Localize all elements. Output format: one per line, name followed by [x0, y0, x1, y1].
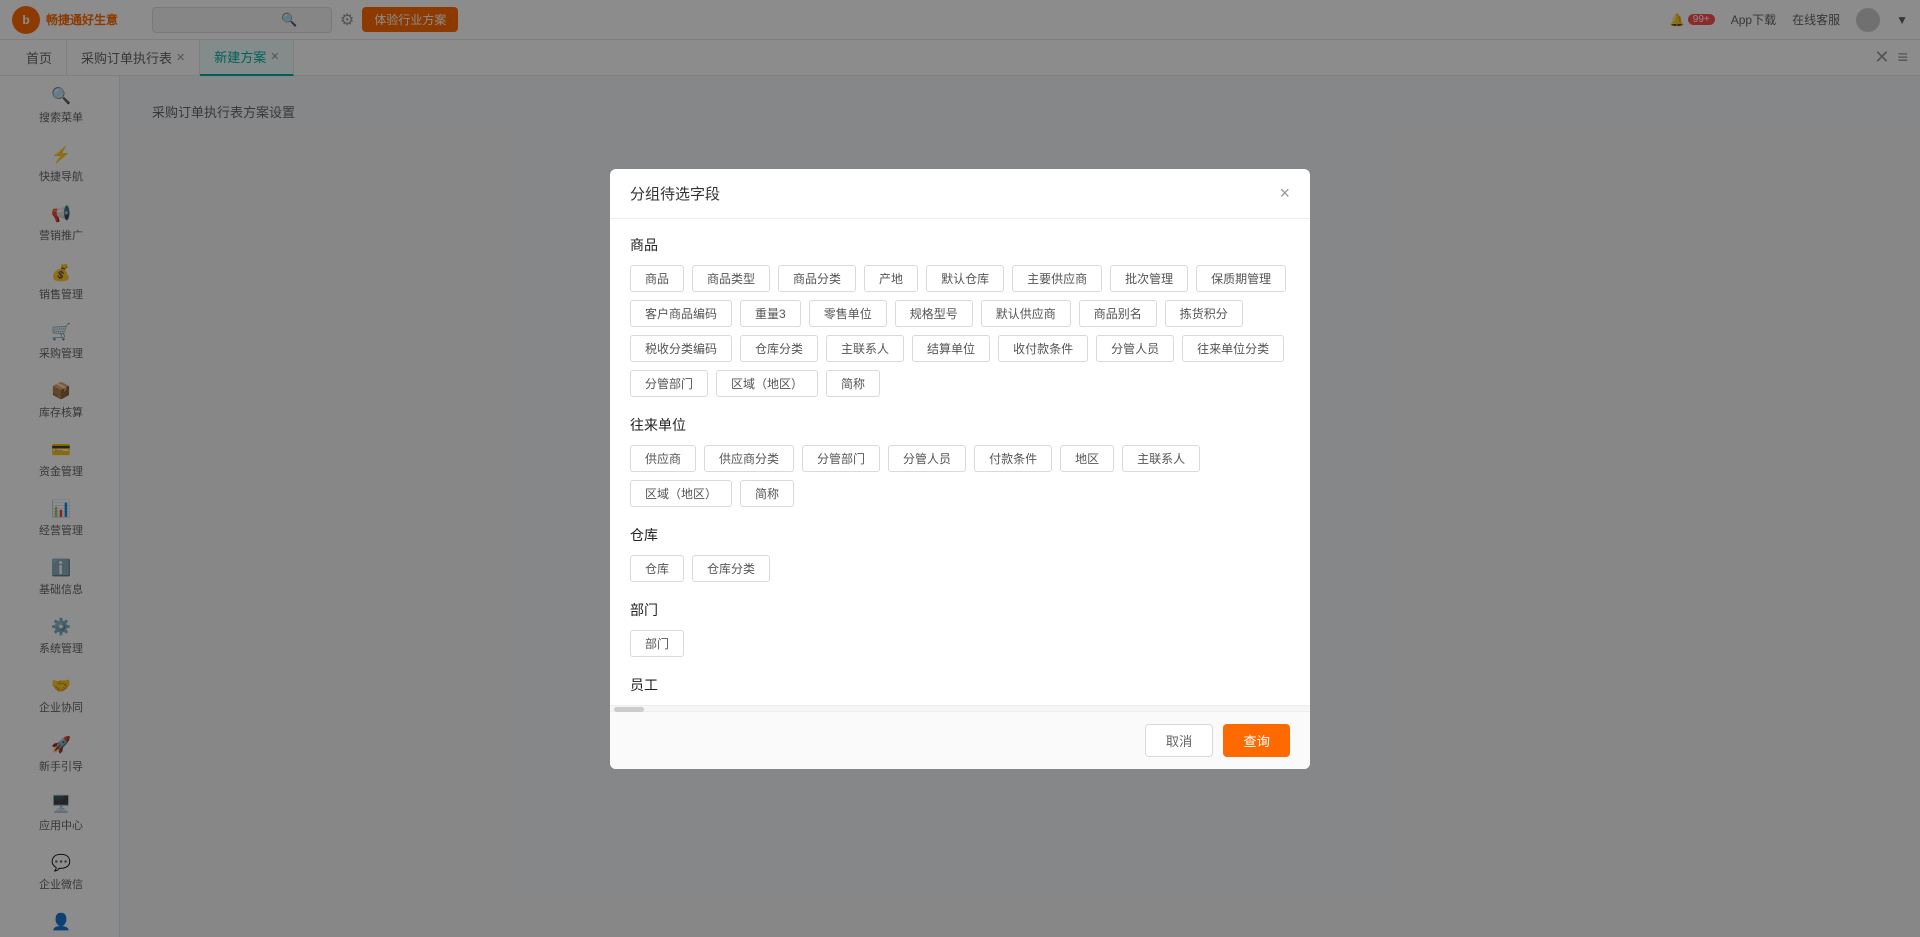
field-tag-payment-terms[interactable]: 收付款条件	[998, 335, 1088, 362]
field-tag-area[interactable]: 地区	[1060, 445, 1114, 472]
field-tag-supervisor[interactable]: 分管人员	[1096, 335, 1174, 362]
modal-hscroll	[610, 705, 1310, 711]
field-tag-weight[interactable]: 重量3	[740, 300, 801, 327]
field-tag-batch-mgmt[interactable]: 批次管理	[1110, 265, 1188, 292]
field-tags-partner: 供应商 供应商分类 分管部门 分管人员 付款条件 地区 主联系人 区域（地区） …	[630, 445, 1290, 507]
field-group-partner: 往来单位 供应商 供应商分类 分管部门 分管人员 付款条件 地区 主联系人 区域…	[630, 415, 1290, 507]
field-tag-shelf-life[interactable]: 保质期管理	[1196, 265, 1286, 292]
modal-close-btn[interactable]: ×	[1279, 183, 1290, 204]
field-tag-product-category[interactable]: 商品分类	[778, 265, 856, 292]
field-group-department-title: 部门	[630, 600, 1290, 620]
field-tag-product[interactable]: 商品	[630, 265, 684, 292]
field-tag-dept[interactable]: 分管部门	[630, 370, 708, 397]
field-group-partner-title: 往来单位	[630, 415, 1290, 435]
field-tags-department: 部门	[630, 630, 1290, 657]
field-tags-product: 商品 商品类型 商品分类 产地 默认仓库 主要供应商 批次管理 保质期管理 客户…	[630, 265, 1290, 397]
modal-header: 分组待选字段 ×	[610, 169, 1310, 219]
field-group-department: 部门 部门	[630, 600, 1290, 657]
field-tag-tax-code[interactable]: 税收分类编码	[630, 335, 732, 362]
modal-cancel-btn[interactable]: 取消	[1145, 724, 1214, 757]
field-tag-main-contact[interactable]: 主联系人	[826, 335, 904, 362]
field-tag-spec[interactable]: 规格型号	[895, 300, 973, 327]
field-group-product: 商品 商品 商品类型 商品分类 产地 默认仓库 主要供应商 批次管理 保质期管理…	[630, 235, 1290, 397]
field-tag-abbr[interactable]: 简称	[826, 370, 880, 397]
modal-body: 商品 商品 商品类型 商品分类 产地 默认仓库 主要供应商 批次管理 保质期管理…	[610, 219, 1310, 705]
field-group-product-title: 商品	[630, 235, 1290, 255]
field-tag-region[interactable]: 区域（地区）	[716, 370, 818, 397]
field-tag-partner-abbr[interactable]: 简称	[740, 480, 794, 507]
field-tag-partner-region[interactable]: 区域（地区）	[630, 480, 732, 507]
modal-confirm-btn[interactable]: 查询	[1223, 724, 1290, 757]
field-group-warehouse-title: 仓库	[630, 525, 1290, 545]
modal-footer: 取消 查询	[610, 711, 1310, 769]
field-tag-warehouse[interactable]: 仓库	[630, 555, 684, 582]
field-tag-default-supplier[interactable]: 默认供应商	[981, 300, 1071, 327]
field-tag-settlement-unit[interactable]: 结算单位	[912, 335, 990, 362]
field-tag-default-warehouse[interactable]: 默认仓库	[926, 265, 1004, 292]
field-group-employee: 员工 业务员	[630, 675, 1290, 705]
field-tag-department[interactable]: 部门	[630, 630, 684, 657]
field-tag-partner-dept[interactable]: 分管部门	[802, 445, 880, 472]
field-tag-alias[interactable]: 商品别名	[1079, 300, 1157, 327]
modal-overlay: 分组待选字段 × 商品 商品 商品类型 商品分类 产地 默认仓库 主要供应商 批…	[0, 0, 1920, 937]
field-tag-partner-category[interactable]: 往来单位分类	[1182, 335, 1284, 362]
field-tag-supplier-category[interactable]: 供应商分类	[704, 445, 794, 472]
field-tag-warehouse-category[interactable]: 仓库分类	[740, 335, 818, 362]
field-tag-partner-contact[interactable]: 主联系人	[1122, 445, 1200, 472]
field-tag-partner-supervisor[interactable]: 分管人员	[888, 445, 966, 472]
field-tags-warehouse: 仓库 仓库分类	[630, 555, 1290, 582]
field-tag-warehouse-cat[interactable]: 仓库分类	[692, 555, 770, 582]
field-tag-pick-points[interactable]: 拣货积分	[1165, 300, 1243, 327]
field-tag-supplier[interactable]: 供应商	[630, 445, 696, 472]
field-tag-payment-condition[interactable]: 付款条件	[974, 445, 1052, 472]
modal-title: 分组待选字段	[630, 183, 720, 204]
modal-group-fields: 分组待选字段 × 商品 商品 商品类型 商品分类 产地 默认仓库 主要供应商 批…	[610, 169, 1310, 769]
field-tag-customer-code[interactable]: 客户商品编码	[630, 300, 732, 327]
field-tag-product-type[interactable]: 商品类型	[692, 265, 770, 292]
field-group-warehouse: 仓库 仓库 仓库分类	[630, 525, 1290, 582]
field-group-employee-title: 员工	[630, 675, 1290, 695]
field-tag-main-supplier[interactable]: 主要供应商	[1012, 265, 1102, 292]
field-tag-retail-unit[interactable]: 零售单位	[809, 300, 887, 327]
field-tag-origin[interactable]: 产地	[864, 265, 918, 292]
